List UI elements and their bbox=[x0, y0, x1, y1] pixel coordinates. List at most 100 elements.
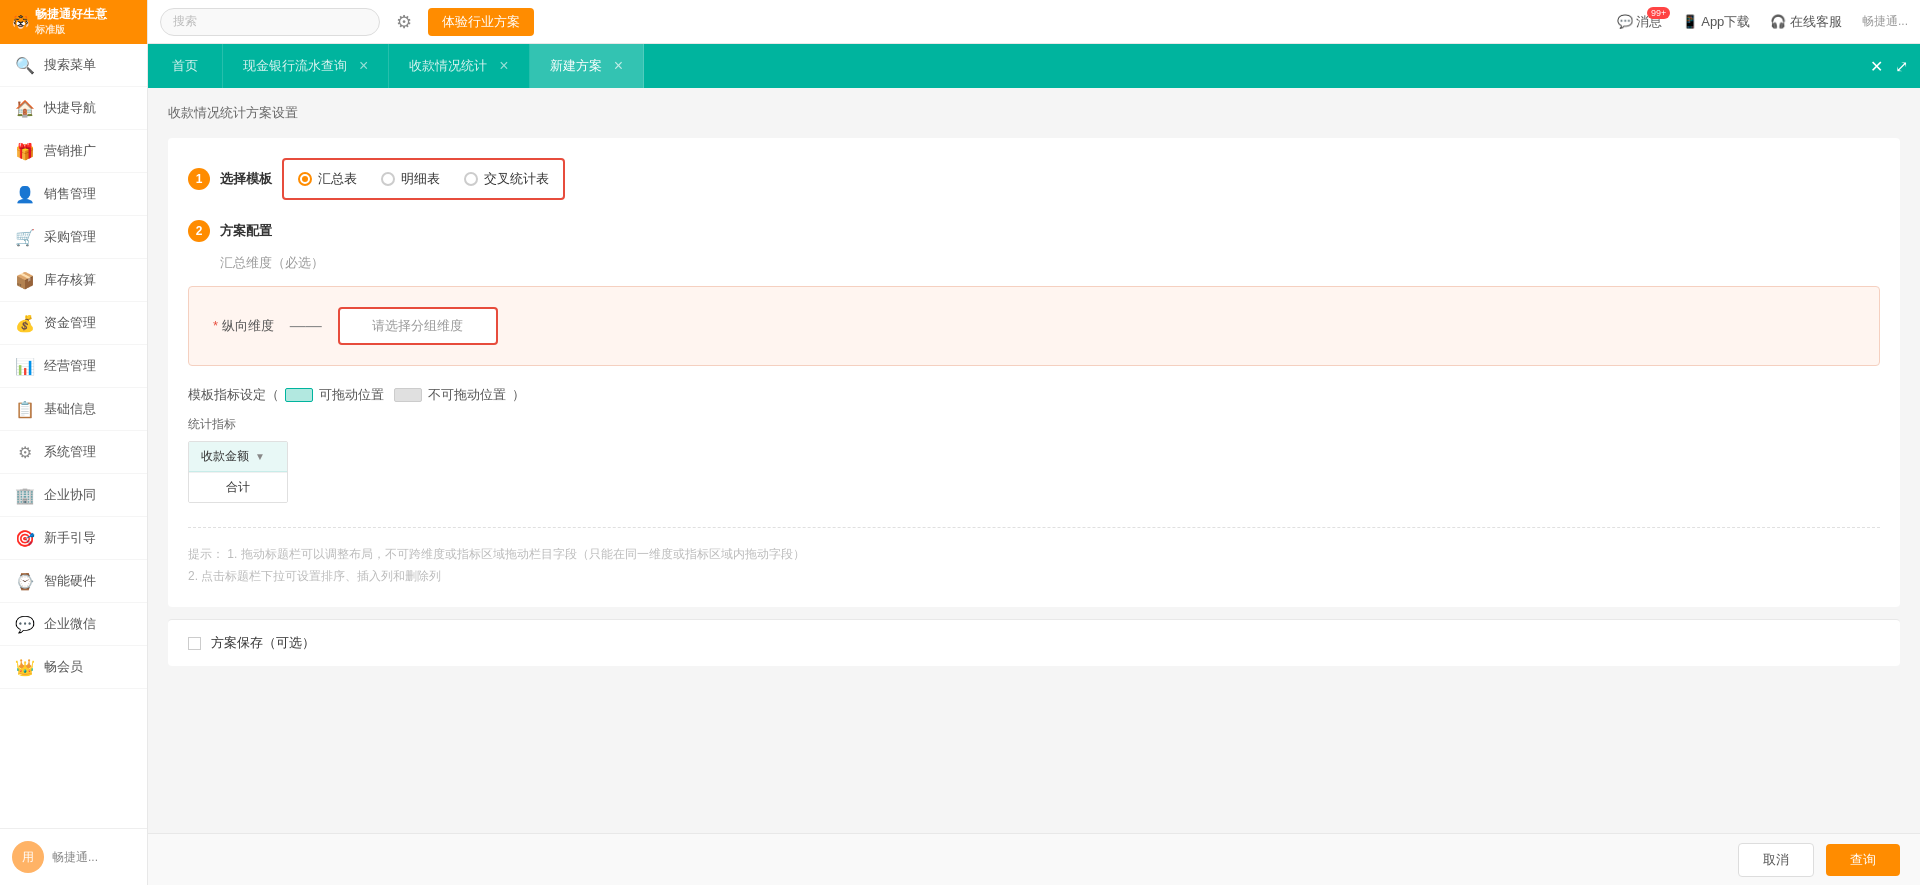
non-draggable-legend-box bbox=[394, 388, 422, 402]
topbar-right: 💬 消息 99+ 📱 App下载 🎧 在线客服 畅捷通... bbox=[1617, 13, 1908, 31]
gift-icon: 🎁 bbox=[16, 142, 34, 160]
tip2-line: 2. 点击标题栏下拉可设置排序、插入列和删除列 bbox=[188, 566, 1880, 588]
search-placeholder: 搜索 bbox=[173, 13, 197, 30]
search-input[interactable]: 搜索 bbox=[160, 8, 380, 36]
download-button[interactable]: 📱 App下载 bbox=[1682, 13, 1750, 31]
radio-detail-circle bbox=[381, 172, 395, 186]
sidebar-item-purchase[interactable]: 🛒 采购管理 bbox=[0, 216, 147, 259]
config-section: 汇总维度（必选） 纵向维度 —— 请选择分组维度 模板 bbox=[188, 254, 1880, 587]
sidebar-label-member: 畅会员 bbox=[44, 658, 83, 676]
logo-icon: 🐯 bbox=[12, 14, 29, 30]
service-button[interactable]: 🎧 在线客服 bbox=[1770, 13, 1842, 31]
dimension-row: 纵向维度 —— 请选择分组维度 bbox=[213, 307, 1855, 345]
chevron-down-icon: ▼ bbox=[255, 451, 265, 462]
tips-section: 提示： 1. 拖动标题栏可以调整布局，不可跨维度或指标区域拖动栏目字段（只能在同… bbox=[188, 527, 1880, 587]
notification-button[interactable]: 💬 消息 99+ bbox=[1617, 13, 1663, 31]
sidebar-label-inventory: 库存核算 bbox=[44, 271, 96, 289]
guide-icon: 🎯 bbox=[16, 529, 34, 547]
radio-summary[interactable]: 汇总表 bbox=[298, 170, 357, 188]
sidebar-bottom: 用 畅捷通... bbox=[0, 828, 147, 885]
step1-label: 选择模板 bbox=[220, 170, 272, 188]
sidebar-item-finance[interactable]: 💰 资金管理 bbox=[0, 302, 147, 345]
topbar: 搜索 ⚙ 体验行业方案 💬 消息 99+ 📱 App下载 🎧 在线客服 畅捷通.… bbox=[148, 0, 1920, 44]
settings-icon[interactable]: ⚙ bbox=[392, 7, 416, 37]
sidebar-item-guide[interactable]: 🎯 新手引导 bbox=[0, 517, 147, 560]
non-draggable-label: 不可拖动位置 bbox=[428, 386, 506, 404]
sidebar-username: 畅捷通... bbox=[52, 849, 98, 866]
chart-icon: 📊 bbox=[16, 357, 34, 375]
sidebar-item-hardware[interactable]: ⌚ 智能硬件 bbox=[0, 560, 147, 603]
download-label: App下载 bbox=[1701, 14, 1750, 29]
tip1-text: 1. 拖动标题栏可以调整布局，不可跨维度或指标区域拖动栏目字段（只能在同一维度或… bbox=[227, 547, 804, 561]
trial-button[interactable]: 体验行业方案 bbox=[428, 8, 534, 36]
radio-detail-label: 明细表 bbox=[401, 170, 440, 188]
save-checkbox[interactable] bbox=[188, 637, 201, 650]
chat-icon: 💬 bbox=[16, 615, 34, 633]
metric-col-cell: 合计 bbox=[189, 472, 287, 502]
tab-new-plan[interactable]: 新建方案 × bbox=[530, 44, 644, 88]
sidebar-item-marketing[interactable]: 🎁 营销推广 bbox=[0, 130, 147, 173]
page-title: 收款情况统计方案设置 bbox=[168, 104, 1900, 122]
user-name: 畅捷通... bbox=[1862, 13, 1908, 30]
tabbar: 首页 现金银行流水查询 × 收款情况统计 × 新建方案 × ✕ ⤢ bbox=[148, 44, 1920, 88]
sidebar-item-sales[interactable]: 👤 销售管理 bbox=[0, 173, 147, 216]
user-icon: 👤 bbox=[16, 185, 34, 203]
cart-icon: 🛒 bbox=[16, 228, 34, 246]
step2-label: 方案配置 bbox=[220, 222, 272, 240]
sidebar-item-search-menu[interactable]: 🔍 搜索菜单 bbox=[0, 44, 147, 87]
sidebar-item-system[interactable]: ⚙ 系统管理 bbox=[0, 431, 147, 474]
sidebar-item-operations[interactable]: 📊 经营管理 bbox=[0, 345, 147, 388]
radio-cross-label: 交叉统计表 bbox=[484, 170, 549, 188]
list-icon: 📋 bbox=[16, 400, 34, 418]
metric-column: 收款金额 ▼ 合计 bbox=[188, 441, 288, 503]
query-button[interactable]: 查询 bbox=[1826, 844, 1900, 876]
tab-collection-stats[interactable]: 收款情况统计 × bbox=[389, 44, 529, 88]
tip-title: 提示： bbox=[188, 547, 224, 561]
step1-header: 1 选择模板 汇总表 明细表 交叉统计表 bbox=[188, 158, 1880, 200]
tab-home[interactable]: 首页 bbox=[148, 44, 223, 88]
sidebar-label-finance: 资金管理 bbox=[44, 314, 96, 332]
sidebar-item-wechat[interactable]: 💬 企业微信 bbox=[0, 603, 147, 646]
sidebar-label-system: 系统管理 bbox=[44, 443, 96, 461]
tabbar-right-icons: ✕ ⤢ bbox=[1858, 44, 1920, 88]
new-plan-close-icon[interactable]: × bbox=[614, 57, 623, 75]
service-icon: 🎧 bbox=[1770, 14, 1786, 29]
content-area: 收款情况统计方案设置 1 选择模板 汇总表 明细表 bbox=[148, 88, 1920, 833]
radio-summary-label: 汇总表 bbox=[318, 170, 357, 188]
bank-flow-close-icon[interactable]: × bbox=[359, 57, 368, 75]
radio-detail[interactable]: 明细表 bbox=[381, 170, 440, 188]
tip1-line: 提示： 1. 拖动标题栏可以调整布局，不可跨维度或指标区域拖动栏目字段（只能在同… bbox=[188, 544, 1880, 566]
service-label: 在线客服 bbox=[1790, 14, 1842, 29]
sidebar-item-member[interactable]: 👑 畅会员 bbox=[0, 646, 147, 689]
money-icon: 💰 bbox=[16, 314, 34, 332]
user-avatar: 用 bbox=[12, 841, 44, 873]
window-maximize-icon[interactable]: ⤢ bbox=[1895, 57, 1908, 76]
cancel-button[interactable]: 取消 bbox=[1738, 843, 1814, 877]
gear-icon: ⚙ bbox=[16, 443, 34, 461]
dimension-placeholder: 请选择分组维度 bbox=[372, 318, 463, 333]
dimension-title: 汇总维度（必选） bbox=[220, 254, 1880, 272]
draggable-legend-box bbox=[285, 388, 313, 402]
sidebar-item-inventory[interactable]: 📦 库存核算 bbox=[0, 259, 147, 302]
metric-col-header[interactable]: 收款金额 ▼ bbox=[189, 442, 287, 472]
tab-bank-flow[interactable]: 现金银行流水查询 × bbox=[223, 44, 389, 88]
box-icon: 📦 bbox=[16, 271, 34, 289]
dimension-select[interactable]: 请选择分组维度 bbox=[338, 307, 498, 345]
window-close-icon[interactable]: ✕ bbox=[1870, 57, 1883, 76]
template-options-group: 汇总表 明细表 交叉统计表 bbox=[282, 158, 565, 200]
sidebar-label-quick-nav: 快捷导航 bbox=[44, 99, 96, 117]
save-area: 方案保存（可选） bbox=[168, 619, 1900, 666]
footer-bar: 取消 查询 bbox=[148, 833, 1920, 885]
metric-legend-row: 模板指标设定（ 可拖动位置 不可拖动位置 ） bbox=[188, 386, 1880, 404]
home-icon: 🏠 bbox=[16, 99, 34, 117]
sidebar-item-basic-info[interactable]: 📋 基础信息 bbox=[0, 388, 147, 431]
metric-table-area: 统计指标 收款金额 ▼ 合计 bbox=[188, 416, 1880, 503]
radio-cross-circle bbox=[464, 172, 478, 186]
collection-stats-tab-label: 收款情况统计 bbox=[409, 57, 487, 75]
collection-stats-close-icon[interactable]: × bbox=[499, 57, 508, 75]
sidebar-item-quick-nav[interactable]: 🏠 快捷导航 bbox=[0, 87, 147, 130]
radio-cross[interactable]: 交叉统计表 bbox=[464, 170, 549, 188]
metric-settings: 模板指标设定（ 可拖动位置 不可拖动位置 ） 统计指标 收款金额 bbox=[188, 386, 1880, 503]
sidebar-item-enterprise[interactable]: 🏢 企业协同 bbox=[0, 474, 147, 517]
dimension-config-area: 纵向维度 —— 请选择分组维度 bbox=[188, 286, 1880, 366]
